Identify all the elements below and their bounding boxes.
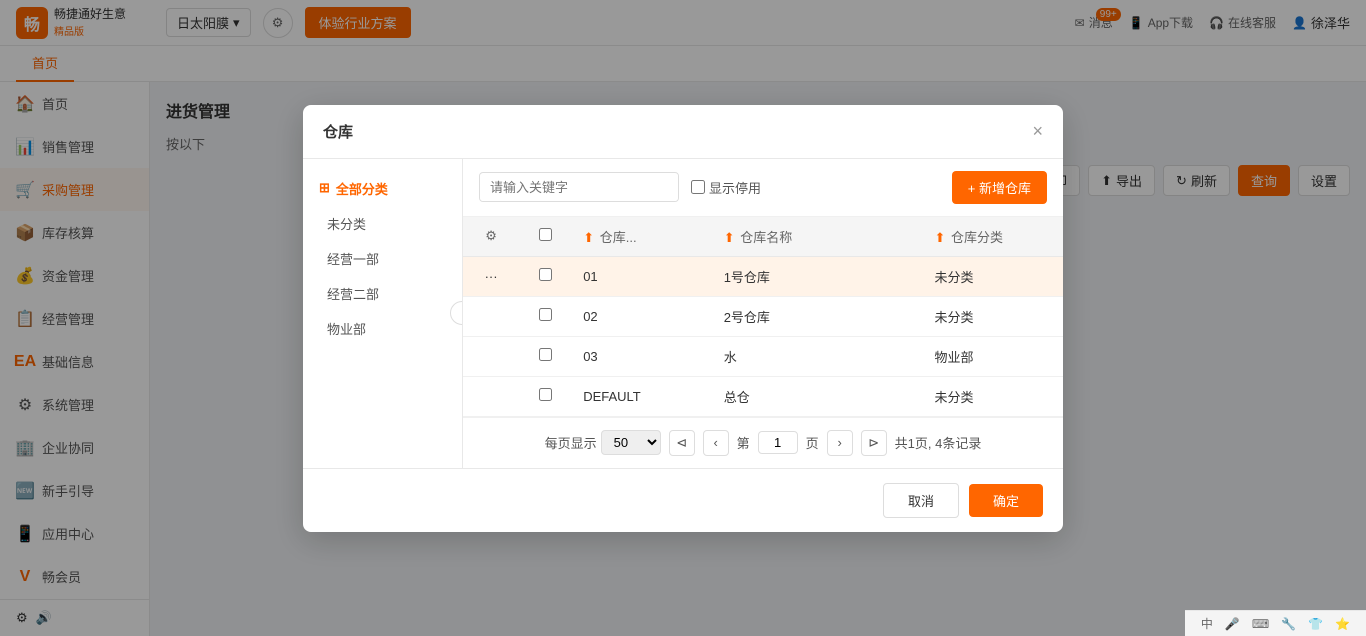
select-all-checkbox[interactable] xyxy=(539,228,552,241)
star-icon[interactable]: ⭐ xyxy=(1335,617,1350,631)
row-code-4: DEFAULT xyxy=(571,376,712,416)
first-page-button[interactable]: ⊲ xyxy=(669,430,695,456)
row-checkbox-1[interactable] xyxy=(539,268,552,281)
keyboard-icon[interactable]: ⌨ xyxy=(1252,617,1269,631)
row-name-1: 1号仓库 xyxy=(712,256,923,296)
pagination: 每页显示 50 100 ⊲ ‹ 第 页 › ⊳ 共1页, 4条记录 xyxy=(463,417,1063,468)
row-checkbox-3[interactable] xyxy=(539,348,552,361)
row-name-4: 总仓 xyxy=(712,376,923,416)
row-check-1 xyxy=(519,256,571,296)
prev-page-button[interactable]: ‹ xyxy=(703,430,729,456)
category-item-dept1[interactable]: 经营一部 xyxy=(303,241,462,276)
modal-title: 仓库 xyxy=(323,121,353,142)
modal-header: 仓库 × xyxy=(303,105,1063,159)
table-toolbar: 🔍 显示停用 + 新增仓库 xyxy=(463,159,1063,217)
modal-close-button[interactable]: × xyxy=(1032,121,1043,142)
last-page-button[interactable]: ⊳ xyxy=(861,430,887,456)
row-category-2: 未分类 xyxy=(922,296,1063,336)
row-name-2: 2号仓库 xyxy=(712,296,923,336)
row-code-2: 02 xyxy=(571,296,712,336)
row-checkbox-4[interactable] xyxy=(539,388,552,401)
row-check-3 xyxy=(519,336,571,376)
sort-icon-name: ⬆ xyxy=(724,230,735,245)
table-header: ⚙ ⬆ 仓库... ⬆ 仓库名称 xyxy=(463,217,1063,257)
row-settings-1[interactable]: ··· xyxy=(463,256,519,296)
bottom-bar: 中 🎤 ⌨ 🔧 👕 ⭐ xyxy=(1185,610,1366,636)
row-settings-3[interactable] xyxy=(463,336,519,376)
category-item-property[interactable]: 物业部 xyxy=(303,311,462,346)
table-row[interactable]: 02 2号仓库 未分类 xyxy=(463,296,1063,336)
col-header-check xyxy=(519,217,571,257)
col-header-settings[interactable]: ⚙ xyxy=(463,217,519,257)
modal-overlay: 仓库 × ⊞ 全部分类 未分类 经营一部 经营二部 物业部 《 xyxy=(0,0,1366,636)
modal-footer: 取消 确定 xyxy=(303,468,1063,532)
apparel-icon[interactable]: 👕 xyxy=(1308,617,1323,631)
row-check-4 xyxy=(519,376,571,416)
mic-icon[interactable]: 🎤 xyxy=(1225,617,1240,631)
modal-body: ⊞ 全部分类 未分类 经营一部 经营二部 物业部 《 🔍 xyxy=(303,159,1063,468)
data-table: ⚙ ⬆ 仓库... ⬆ 仓库名称 xyxy=(463,217,1063,417)
row-checkbox-2[interactable] xyxy=(539,308,552,321)
all-category-button[interactable]: ⊞ 全部分类 xyxy=(303,171,462,206)
all-category-label: 全部分类 xyxy=(336,179,388,198)
show-disabled-label: 显示停用 xyxy=(691,178,761,197)
search-button[interactable]: 🔍 xyxy=(676,173,679,201)
row-category-4: 未分类 xyxy=(922,376,1063,416)
input-method-label[interactable]: 中 xyxy=(1201,615,1213,632)
row-check-2 xyxy=(519,296,571,336)
add-warehouse-button[interactable]: + 新增仓库 xyxy=(952,171,1047,204)
row-settings-4[interactable] xyxy=(463,376,519,416)
page-size-select[interactable]: 50 100 xyxy=(601,430,661,455)
table-area: 🔍 显示停用 + 新增仓库 ⚙ xyxy=(463,159,1063,468)
category-sidebar: ⊞ 全部分类 未分类 经营一部 经营二部 物业部 《 xyxy=(303,159,463,468)
next-page-button[interactable]: › xyxy=(827,430,853,456)
table-row[interactable]: ··· 01 1号仓库 未分类 xyxy=(463,256,1063,296)
row-code-3: 03 xyxy=(571,336,712,376)
search-input[interactable] xyxy=(480,174,676,201)
table-row[interactable]: DEFAULT 总仓 未分类 xyxy=(463,376,1063,416)
category-item-unclassified[interactable]: 未分类 xyxy=(303,206,462,241)
table-body: ··· 01 1号仓库 未分类 xyxy=(463,256,1063,416)
confirm-button[interactable]: 确定 xyxy=(969,484,1043,517)
table-row[interactable]: 03 水 物业部 xyxy=(463,336,1063,376)
search-box: 🔍 xyxy=(479,172,679,202)
tool-icon[interactable]: 🔧 xyxy=(1281,617,1296,631)
row-category-1: 未分类 xyxy=(922,256,1063,296)
row-settings-2[interactable] xyxy=(463,296,519,336)
col-header-code: ⬆ 仓库... xyxy=(571,217,712,257)
warehouse-modal: 仓库 × ⊞ 全部分类 未分类 经营一部 经营二部 物业部 《 xyxy=(303,105,1063,532)
row-category-3: 物业部 xyxy=(922,336,1063,376)
sort-icon-cat: ⬆ xyxy=(934,230,945,245)
row-code-1: 01 xyxy=(571,256,712,296)
warehouse-table: ⚙ ⬆ 仓库... ⬆ 仓库名称 xyxy=(463,217,1063,417)
show-disabled-checkbox[interactable] xyxy=(691,180,705,194)
page-number-input[interactable] xyxy=(758,431,798,454)
row-name-3: 水 xyxy=(712,336,923,376)
total-info: 共1页, 4条记录 xyxy=(895,433,982,452)
col-header-category: ⬆ 仓库分类 xyxy=(922,217,1063,257)
page-size-area: 每页显示 50 100 xyxy=(545,430,661,455)
grid-icon: ⊞ xyxy=(319,180,330,196)
category-item-dept2[interactable]: 经营二部 xyxy=(303,276,462,311)
col-header-name: ⬆ 仓库名称 xyxy=(712,217,923,257)
cancel-button[interactable]: 取消 xyxy=(883,483,959,518)
sort-icon-code: ⬆ xyxy=(583,230,594,245)
